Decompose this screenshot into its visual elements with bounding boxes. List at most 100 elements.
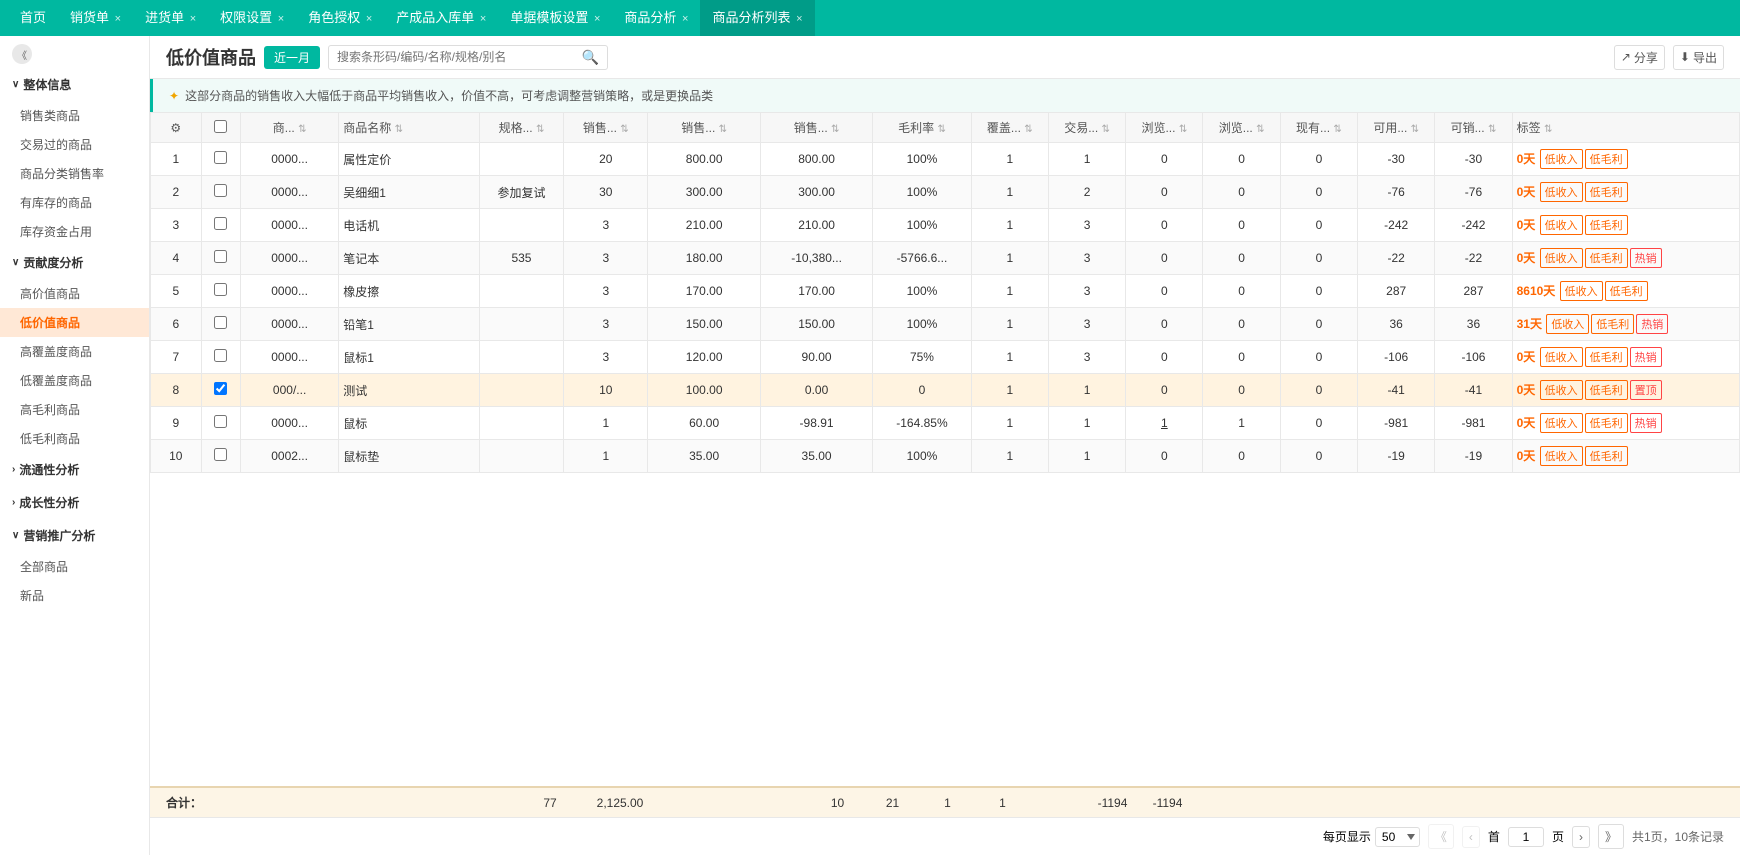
nav-product-in[interactable]: 产成品入库单 × <box>384 0 498 36</box>
th-sale-profit[interactable]: 销售... ⇅ <box>760 113 872 143</box>
sidebar-item-new-goods[interactable]: 新品 <box>0 581 149 610</box>
page-next-btn[interactable]: › <box>1572 826 1590 848</box>
row-checkbox-cell[interactable] <box>201 176 240 209</box>
th-coverage[interactable]: 覆盖... ⇅ <box>971 113 1048 143</box>
table-wrapper[interactable]: ⚙ 商... ⇅ 商品名称 ⇅ 规格... ⇅ 销售... ⇅ 销售... ⇅ … <box>150 112 1740 786</box>
sidebar-collapse-btn[interactable]: 《 <box>12 44 32 64</box>
view1-link[interactable]: 1 <box>1161 416 1168 430</box>
search-input[interactable] <box>337 50 582 64</box>
nav-product-in-close[interactable]: × <box>480 13 486 25</box>
sidebar-item-traded[interactable]: 交易过的商品 <box>0 130 149 159</box>
row-checkbox-cell[interactable] <box>201 209 240 242</box>
row-checkbox[interactable] <box>214 217 227 230</box>
th-code[interactable]: 商... ⇅ <box>240 113 338 143</box>
row-checkbox[interactable] <box>214 382 227 395</box>
search-icon[interactable]: 🔍 <box>582 49 599 66</box>
nav-goods-analysis-close[interactable]: × <box>682 13 688 25</box>
th-gross-rate[interactable]: 毛利率 ⇅ <box>873 113 971 143</box>
row-checkbox[interactable] <box>214 250 227 263</box>
sidebar-item-low-value[interactable]: 低价值商品 <box>0 308 149 337</box>
th-tags[interactable]: 标签 ⇅ <box>1512 113 1739 143</box>
th-current-stock[interactable]: 现有... ⇅ <box>1280 113 1357 143</box>
select-all-checkbox[interactable] <box>214 120 227 133</box>
settings-icon[interactable]: ⚙ <box>170 121 181 135</box>
row-checkbox-cell[interactable] <box>201 374 240 407</box>
row-index: 5 <box>151 275 202 308</box>
nav-sales[interactable]: 销货单 × <box>58 0 133 36</box>
row-view1: 0 <box>1126 440 1203 473</box>
th-sale-amount[interactable]: 销售... ⇅ <box>648 113 760 143</box>
nav-permissions[interactable]: 权限设置 × <box>208 0 296 36</box>
nav-template[interactable]: 单据模板设置 × <box>498 0 612 36</box>
sidebar-group-growth[interactable]: › 成长性分析 <box>0 486 149 519</box>
page-last-btn[interactable]: 》 <box>1598 824 1624 849</box>
row-checkbox-cell[interactable] <box>201 440 240 473</box>
sidebar-group-liquidity[interactable]: › 流通性分析 <box>0 453 149 486</box>
header-actions: ↗ 分享 ⬇ 导出 <box>1614 45 1724 70</box>
th-view2[interactable]: 浏览... ⇅ <box>1203 113 1280 143</box>
sidebar-item-low-coverage[interactable]: 低覆盖度商品 <box>0 366 149 395</box>
row-checkbox-cell[interactable] <box>201 308 240 341</box>
sidebar-item-high-value[interactable]: 高价值商品 <box>0 279 149 308</box>
th-check[interactable] <box>201 113 240 143</box>
row-sell-stock: -41 <box>1435 374 1512 407</box>
nav-role-auth-close[interactable]: × <box>366 13 372 25</box>
nav-template-close[interactable]: × <box>594 13 600 25</box>
row-sale-profit: 800.00 <box>760 143 872 176</box>
page-first-btn[interactable]: 《 <box>1428 824 1454 849</box>
sidebar-group-overall[interactable]: ∨ 整体信息 <box>0 68 149 101</box>
sidebar-group-contribution[interactable]: ∨ 贡献度分析 <box>0 246 149 279</box>
nav-purchase-close[interactable]: × <box>190 13 196 25</box>
row-checkbox[interactable] <box>214 349 227 362</box>
row-checkbox[interactable] <box>214 415 227 428</box>
th-view1[interactable]: 浏览... ⇅ <box>1126 113 1203 143</box>
page-prev-btn[interactable]: ‹ <box>1462 826 1480 848</box>
per-page-select[interactable]: 20 50 100 <box>1375 827 1420 847</box>
sidebar-item-high-margin[interactable]: 高毛利商品 <box>0 395 149 424</box>
nav-goods-analysis-list[interactable]: 商品分析列表 × <box>700 0 814 36</box>
sidebar-item-in-stock[interactable]: 有库存的商品 <box>0 188 149 217</box>
th-settings[interactable]: ⚙ <box>151 113 202 143</box>
nav-role-auth[interactable]: 角色授权 × <box>296 0 384 36</box>
row-checkbox-cell[interactable] <box>201 143 240 176</box>
row-checkbox[interactable] <box>214 283 227 296</box>
nav-purchase[interactable]: 进货单 × <box>133 0 208 36</box>
share-button[interactable]: ↗ 分享 <box>1614 45 1665 70</box>
nav-goods-analysis-list-close[interactable]: × <box>796 13 802 25</box>
row-checkbox-cell[interactable] <box>201 242 240 275</box>
nav-sales-close[interactable]: × <box>115 13 121 25</box>
sidebar-item-stock-capital[interactable]: 库存资金占用 <box>0 217 149 246</box>
row-sale-amount: 150.00 <box>648 308 760 341</box>
export-button[interactable]: ⬇ 导出 <box>1673 45 1724 70</box>
th-trade[interactable]: 交易... ⇅ <box>1048 113 1125 143</box>
sidebar-item-low-margin[interactable]: 低毛利商品 <box>0 424 149 453</box>
row-sale-profit: 210.00 <box>760 209 872 242</box>
th-sale-qty[interactable]: 销售... ⇅ <box>564 113 648 143</box>
row-checkbox[interactable] <box>214 448 227 461</box>
page-input[interactable] <box>1508 827 1544 847</box>
row-checkbox[interactable] <box>214 151 227 164</box>
row-view1[interactable]: 1 <box>1126 407 1203 440</box>
th-avail-stock[interactable]: 可用... ⇅ <box>1358 113 1435 143</box>
footer-trade: 21 <box>865 796 920 810</box>
th-spec[interactable]: 规格... ⇅ <box>479 113 563 143</box>
th-sell-stock[interactable]: 可销... ⇅ <box>1435 113 1512 143</box>
tag-低毛利: 低毛利 <box>1585 149 1628 169</box>
row-checkbox-cell[interactable] <box>201 275 240 308</box>
row-checkbox-cell[interactable] <box>201 407 240 440</box>
th-name[interactable]: 商品名称 ⇅ <box>339 113 480 143</box>
sidebar-item-high-coverage[interactable]: 高覆盖度商品 <box>0 337 149 366</box>
nav-permissions-close[interactable]: × <box>278 13 284 25</box>
row-trade: 3 <box>1048 275 1125 308</box>
period-button[interactable]: 近一月 <box>264 46 320 69</box>
row-checkbox-cell[interactable] <box>201 341 240 374</box>
nav-goods-analysis[interactable]: 商品分析 × <box>612 0 700 36</box>
sidebar-item-sales-goods[interactable]: 销售类商品 <box>0 101 149 130</box>
row-checkbox[interactable] <box>214 184 227 197</box>
sidebar-item-category-rate[interactable]: 商品分类销售率 <box>0 159 149 188</box>
sidebar-item-all-goods[interactable]: 全部商品 <box>0 552 149 581</box>
row-sale-amount: 120.00 <box>648 341 760 374</box>
sidebar-group-marketing[interactable]: ∨ 营销推广分析 <box>0 519 149 552</box>
row-checkbox[interactable] <box>214 316 227 329</box>
nav-home[interactable]: 首页 <box>8 0 58 36</box>
